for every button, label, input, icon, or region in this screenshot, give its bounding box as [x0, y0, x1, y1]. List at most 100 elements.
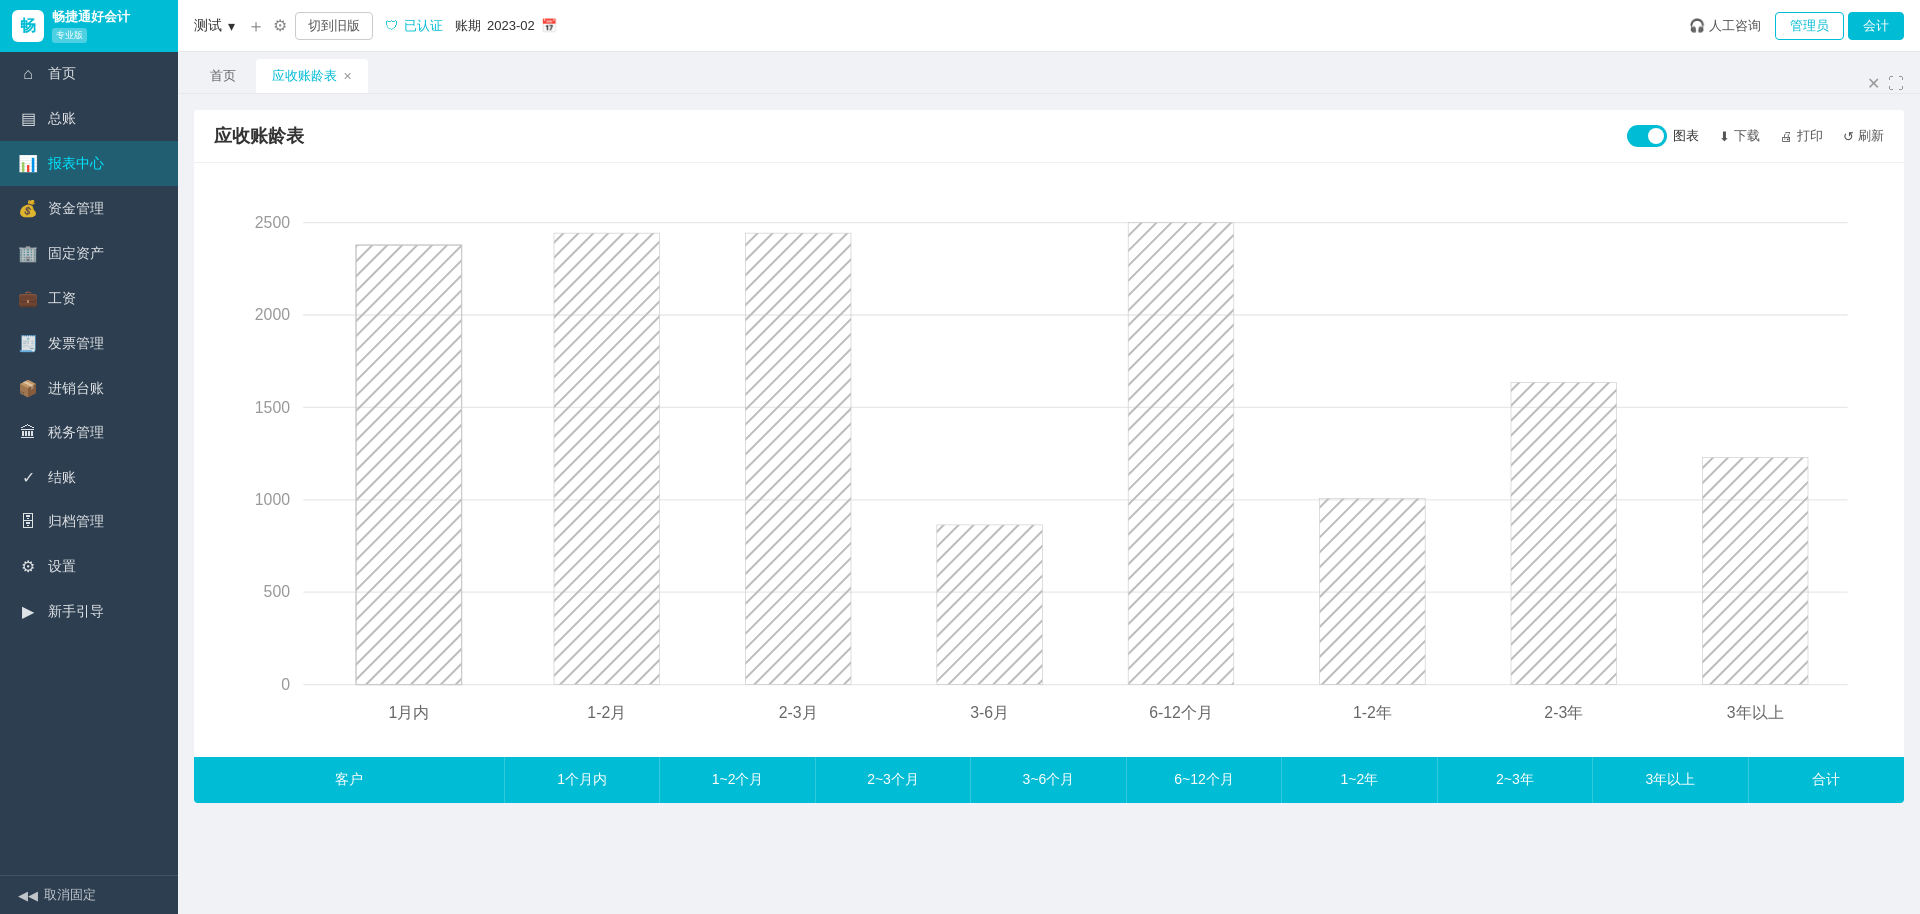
topbar: 测试 ▾ ＋ ⚙ 切到旧版 🛡 已认证 账期 2023-02 📅 🎧 人工咨询 … — [178, 0, 1920, 52]
main-area: 测试 ▾ ＋ ⚙ 切到旧版 🛡 已认证 账期 2023-02 📅 🎧 人工咨询 … — [178, 0, 1920, 914]
svg-text:2-3月: 2-3月 — [779, 704, 818, 721]
table-col-1: 1个月内 — [505, 757, 660, 803]
expand-icon[interactable]: ⛶ — [1888, 74, 1904, 93]
calendar-icon[interactable]: 📅 — [541, 18, 557, 33]
svg-text:1500: 1500 — [255, 399, 290, 416]
sidebar-icon-ledger: ▤ — [18, 109, 38, 128]
svg-text:2500: 2500 — [255, 214, 290, 231]
period-label: 账期 — [455, 17, 481, 35]
page-content: 应收账龄表 图表 ⬇ 下载 🖨 打印 ↺ — [178, 94, 1920, 914]
tab-home-label: 首页 — [210, 67, 236, 85]
close-panel-icon[interactable]: ✕ — [1867, 74, 1880, 93]
cancel-fixed-label: 取消固定 — [44, 886, 96, 904]
headset-icon: 🎧 — [1689, 18, 1705, 33]
sidebar-item-home[interactable]: ⌂ 首页 — [0, 52, 178, 96]
report-header: 应收账龄表 图表 ⬇ 下载 🖨 打印 ↺ — [194, 110, 1904, 163]
print-button[interactable]: 🖨 打印 — [1780, 127, 1823, 145]
sidebar-item-closing[interactable]: ✓ 结账 — [0, 455, 178, 500]
sidebar-item-guide[interactable]: ▶ 新手引导 — [0, 589, 178, 634]
sidebar-label-tax: 税务管理 — [48, 424, 104, 442]
topbar-actions: ＋ ⚙ 切到旧版 — [247, 12, 373, 40]
bar-3 — [745, 233, 851, 684]
project-name: 测试 — [194, 17, 222, 35]
logo-icon: 畅 — [12, 10, 44, 42]
tab-aging[interactable]: 应收账龄表 ✕ — [256, 59, 368, 93]
bar-8 — [1702, 458, 1808, 685]
sidebar: 畅 畅捷通好会计 专业版 ⌂ 首页▤ 总账📊 报表中心💰 资金管理🏢 固定资产💼… — [0, 0, 178, 914]
tab-aging-label: 应收账龄表 — [272, 67, 337, 85]
sidebar-label-funds: 资金管理 — [48, 200, 104, 218]
sidebar-item-invoices[interactable]: 🧾 发票管理 — [0, 321, 178, 366]
app-edition: 专业版 — [52, 28, 87, 43]
bar-5 — [1128, 223, 1234, 685]
sidebar-icon-invoices: 🧾 — [18, 334, 38, 353]
sidebar-label-wages: 工资 — [48, 290, 76, 308]
bar-chart: 0 500 1000 1500 2000 2500 — [224, 183, 1874, 737]
sidebar-icon-funds: 💰 — [18, 199, 38, 218]
sidebar-label-invoices: 发票管理 — [48, 335, 104, 353]
sidebar-label-settings: 设置 — [48, 558, 76, 576]
app-name: 畅捷通好会计 — [52, 9, 130, 26]
service-label: 人工咨询 — [1709, 17, 1761, 35]
tab-home[interactable]: 首页 — [194, 59, 252, 93]
sidebar-icon-home: ⌂ — [18, 65, 38, 83]
bar-1 — [356, 245, 462, 685]
svg-text:1-2年: 1-2年 — [1353, 704, 1392, 721]
sidebar-label-guide: 新手引导 — [48, 603, 104, 621]
sidebar-icon-archive: 🗄 — [18, 513, 38, 531]
tabbar-controls: ✕ ⛶ — [1867, 74, 1904, 93]
period-value: 2023-02 — [487, 18, 535, 33]
sidebar-label-home: 首页 — [48, 65, 76, 83]
cancel-fixed-button[interactable]: ◀◀ 取消固定 — [0, 875, 178, 914]
svg-text:2000: 2000 — [255, 306, 290, 323]
period-info: 账期 2023-02 📅 — [455, 17, 557, 35]
sidebar-icon-closing: ✓ — [18, 468, 38, 487]
sidebar-item-funds[interactable]: 💰 资金管理 — [0, 186, 178, 231]
table-col-7: 2~3年 — [1438, 757, 1593, 803]
table-col-4: 3~6个月 — [971, 757, 1126, 803]
accountant-button[interactable]: 会计 — [1848, 12, 1904, 40]
tabbar: 首页 应收账龄表 ✕ ✕ ⛶ — [178, 52, 1920, 94]
logo-text-block: 畅捷通好会计 专业版 — [52, 9, 130, 44]
refresh-icon: ↺ — [1843, 129, 1854, 144]
sidebar-label-trade: 进销台账 — [48, 380, 104, 398]
report-container: 应收账龄表 图表 ⬇ 下载 🖨 打印 ↺ — [194, 110, 1904, 803]
sidebar-item-tax[interactable]: 🏛 税务管理 — [0, 411, 178, 455]
table-col-3: 2~3个月 — [816, 757, 971, 803]
svg-text:0: 0 — [281, 676, 290, 693]
bar-7 — [1511, 382, 1617, 684]
sidebar-label-closing: 结账 — [48, 469, 76, 487]
tab-close-icon[interactable]: ✕ — [343, 70, 352, 83]
sidebar-item-assets[interactable]: 🏢 固定资产 — [0, 231, 178, 276]
sidebar-item-ledger[interactable]: ▤ 总账 — [0, 96, 178, 141]
sidebar-item-settings[interactable]: ⚙ 设置 — [0, 544, 178, 589]
report-title: 应收账龄表 — [214, 124, 304, 148]
bar-2 — [554, 233, 660, 684]
service-button[interactable]: 🎧 人工咨询 — [1689, 17, 1761, 35]
sidebar-label-assets: 固定资产 — [48, 245, 104, 263]
table-col-6: 1~2年 — [1282, 757, 1437, 803]
svg-text:3-6月: 3-6月 — [970, 704, 1009, 721]
sidebar-item-wages[interactable]: 💼 工资 — [0, 276, 178, 321]
sidebar-item-trade[interactable]: 📦 进销台账 — [0, 366, 178, 411]
gear-icon[interactable]: ⚙ — [273, 16, 287, 35]
sidebar-item-archive[interactable]: 🗄 归档管理 — [0, 500, 178, 544]
chart-toggle-wrap: 图表 — [1627, 125, 1699, 147]
refresh-button[interactable]: ↺ 刷新 — [1843, 127, 1884, 145]
manager-button[interactable]: 管理员 — [1775, 12, 1844, 40]
sidebar-icon-reports: 📊 — [18, 154, 38, 173]
svg-text:1月内: 1月内 — [388, 704, 429, 721]
add-icon[interactable]: ＋ — [247, 14, 265, 38]
sidebar-nav: ⌂ 首页▤ 总账📊 报表中心💰 资金管理🏢 固定资产💼 工资🧾 发票管理📦 进销… — [0, 52, 178, 875]
svg-text:500: 500 — [264, 583, 291, 600]
sidebar-item-reports[interactable]: 📊 报表中心 — [0, 141, 178, 186]
user-buttons: 管理员 会计 — [1775, 12, 1904, 40]
sidebar-icon-settings: ⚙ — [18, 557, 38, 576]
svg-text:6-12个月: 6-12个月 — [1149, 704, 1213, 721]
chart-toggle[interactable] — [1627, 125, 1667, 147]
table-col-9: 合计 — [1749, 757, 1904, 803]
project-selector[interactable]: 测试 ▾ — [194, 17, 235, 35]
switch-old-button[interactable]: 切到旧版 — [295, 12, 373, 40]
download-button[interactable]: ⬇ 下载 — [1719, 127, 1760, 145]
sidebar-icon-tax: 🏛 — [18, 424, 38, 442]
